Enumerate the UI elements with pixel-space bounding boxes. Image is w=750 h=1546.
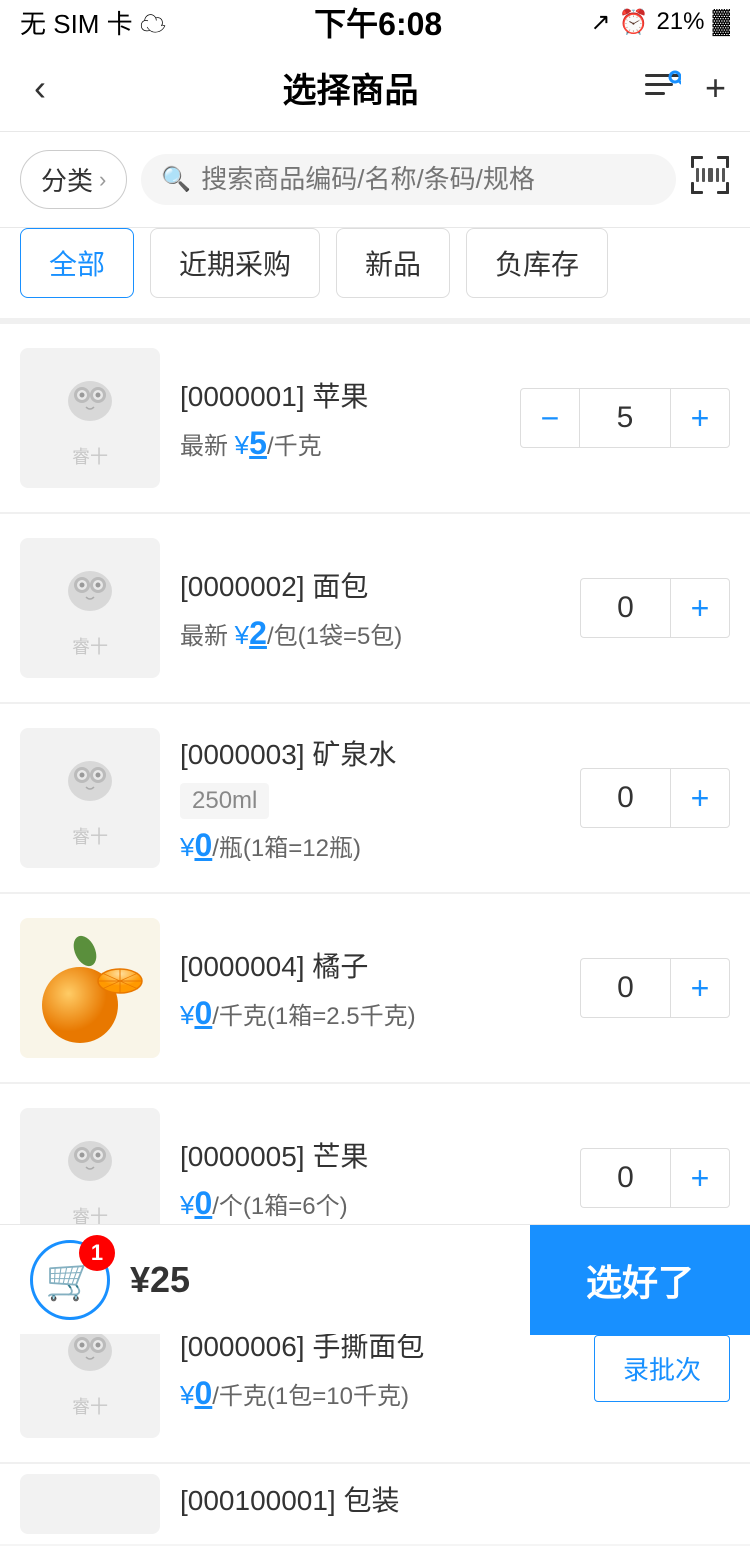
- quantity-input[interactable]: [580, 1148, 670, 1208]
- battery-icon: ▓: [712, 8, 730, 36]
- product-image-0000004: [20, 918, 160, 1058]
- cart-icon-button[interactable]: 🛒 1: [30, 1240, 110, 1320]
- product-image-0000001: 睿十: [20, 348, 160, 488]
- product-name: [000100001] 包装: [180, 1479, 730, 1519]
- tab-new[interactable]: 新品: [336, 228, 450, 298]
- product-name: [0000004] 橘子: [180, 945, 560, 985]
- search-input-wrap: 🔍: [141, 154, 676, 205]
- back-button[interactable]: ‹: [24, 57, 56, 119]
- filter-icon[interactable]: [645, 67, 681, 109]
- product-spec: 250ml: [180, 783, 269, 819]
- quantity-control-0000002: +: [580, 578, 730, 638]
- nav-actions: +: [645, 67, 726, 109]
- bottom-bar: 🛒 1 ¥25 选好了: [0, 1224, 750, 1334]
- category-button[interactable]: 分类 ›: [20, 150, 127, 209]
- quantity-input[interactable]: [580, 578, 670, 638]
- page-title: 选择商品: [282, 63, 418, 112]
- product-info-0000006: [0000006] 手撕面包 ¥0/千克(1包=10千克): [180, 1325, 574, 1412]
- cart-badge: 1: [79, 1235, 115, 1271]
- product-info-0000001: [0000001] 苹果 最新 ¥5/千克: [180, 375, 500, 462]
- brand-logo-text: 睿十: [72, 633, 108, 659]
- product-price: ¥0/千克(1箱=2.5千克): [180, 995, 560, 1032]
- quantity-increase-button[interactable]: +: [670, 578, 730, 638]
- brand-logo-text: 睿十: [72, 823, 108, 849]
- quantity-increase-button[interactable]: +: [670, 958, 730, 1018]
- quantity-decrease-button[interactable]: −: [520, 388, 580, 448]
- quantity-increase-button[interactable]: +: [670, 768, 730, 828]
- confirm-button[interactable]: 选好了: [530, 1225, 750, 1335]
- product-name: [0000001] 苹果: [180, 375, 500, 415]
- product-info-partial: [000100001] 包装: [180, 1479, 730, 1529]
- brand-logo-text: 睿十: [72, 443, 108, 469]
- list-item: [0000004] 橘子 ¥0/千克(1箱=2.5千克) +: [0, 894, 750, 1082]
- quantity-control-0000001: − +: [520, 388, 730, 448]
- quantity-control-0000005: +: [580, 1148, 730, 1208]
- product-info-0000004: [0000004] 橘子 ¥0/千克(1箱=2.5千克): [180, 945, 560, 1032]
- product-price: 最新 ¥2/包(1袋=5包): [180, 615, 560, 652]
- list-item-partial: [000100001] 包装: [0, 1464, 750, 1544]
- search-bar: 分类 › 🔍: [0, 132, 750, 228]
- brand-logo-text: 睿十: [72, 1393, 108, 1419]
- quantity-increase-button[interactable]: +: [670, 388, 730, 448]
- product-image-0000002: 睿十: [20, 538, 160, 678]
- product-info-0000005: [0000005] 芒果 ¥0/个(1箱=6个): [180, 1135, 560, 1222]
- quantity-control-0000004: +: [580, 958, 730, 1018]
- add-product-button[interactable]: +: [705, 67, 726, 109]
- product-info-0000003: [0000003] 矿泉水 250ml ¥0/瓶(1箱=12瓶): [180, 733, 560, 864]
- product-price: ¥0/千克(1包=10千克): [180, 1375, 574, 1412]
- cart-section: 🛒 1 ¥25: [0, 1240, 530, 1320]
- tab-negative-stock[interactable]: 负库存: [466, 228, 608, 298]
- tab-bar: 全部 近期采购 新品 负库存: [0, 228, 750, 324]
- search-icon: 🔍: [161, 165, 191, 194]
- batch-record-button[interactable]: 录批次: [594, 1335, 730, 1402]
- owl-icon: [60, 1127, 120, 1199]
- status-battery: ↗ ⏰ 21% ▓: [590, 8, 730, 37]
- quantity-control-0000003: +: [580, 768, 730, 828]
- quantity-increase-button[interactable]: +: [670, 1148, 730, 1208]
- cart-total: ¥25: [130, 1259, 190, 1301]
- quantity-input[interactable]: [580, 388, 670, 448]
- product-image-partial: [20, 1474, 160, 1534]
- chevron-right-icon: ›: [99, 167, 106, 193]
- battery-text: 21%: [656, 8, 704, 36]
- tab-recent-purchase[interactable]: 近期采购: [150, 228, 320, 298]
- product-price: ¥0/瓶(1箱=12瓶): [180, 827, 560, 864]
- product-name: [0000003] 矿泉水: [180, 733, 560, 773]
- scan-barcode-icon[interactable]: [690, 155, 730, 204]
- alarm-icon: ⏰: [619, 8, 649, 37]
- product-name: [0000002] 面包: [180, 565, 560, 605]
- status-signal: 无 SIM 卡 ☁: [20, 4, 166, 41]
- category-label: 分类: [41, 161, 93, 198]
- status-bar: 无 SIM 卡 ☁ 下午6:08 ↗ ⏰ 21% ▓: [0, 0, 750, 44]
- list-item: 睿十 [0000003] 矿泉水 250ml ¥0/瓶(1箱=12瓶) +: [0, 704, 750, 892]
- batch-button-wrap: 录批次: [594, 1335, 730, 1402]
- product-image-0000003: 睿十: [20, 728, 160, 868]
- owl-icon: [60, 367, 120, 439]
- list-item: 睿十 [0000002] 面包 最新 ¥2/包(1袋=5包) +: [0, 514, 750, 702]
- product-name: [0000005] 芒果: [180, 1135, 560, 1175]
- nav-arrow-icon: ↗: [590, 8, 610, 37]
- quantity-input[interactable]: [580, 958, 670, 1018]
- list-item: 睿十 [0000001] 苹果 最新 ¥5/千克 − +: [0, 324, 750, 512]
- tab-all[interactable]: 全部: [20, 228, 134, 298]
- owl-icon: [60, 557, 120, 629]
- product-price: ¥0/个(1箱=6个): [180, 1185, 560, 1222]
- nav-bar: ‹ 选择商品 +: [0, 44, 750, 132]
- quantity-input[interactable]: [580, 768, 670, 828]
- owl-icon: [60, 747, 120, 819]
- product-list: 睿十 [0000001] 苹果 最新 ¥5/千克 − +: [0, 324, 750, 1544]
- product-info-0000002: [0000002] 面包 最新 ¥2/包(1袋=5包): [180, 565, 560, 652]
- status-time: 下午6:08: [314, 0, 442, 45]
- product-price: 最新 ¥5/千克: [180, 425, 500, 462]
- search-input[interactable]: [201, 164, 656, 195]
